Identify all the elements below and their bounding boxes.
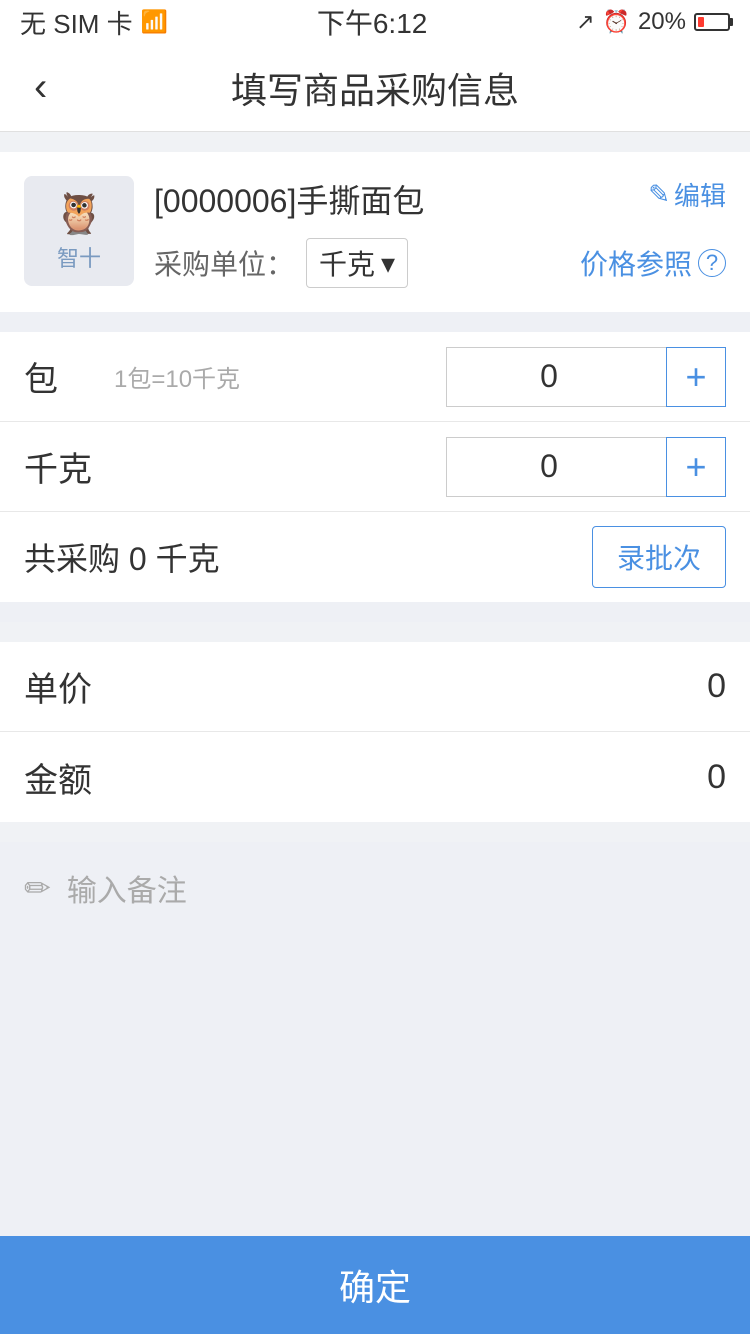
summary-row: 共采购 0 千克 录批次	[0, 512, 750, 602]
status-left: 无 SIM 卡 📶	[20, 4, 168, 41]
bottom-filler	[0, 934, 750, 1274]
pencil-icon: ✏	[24, 869, 51, 907]
unit-price-label: 单价	[24, 662, 92, 711]
battery-fill	[698, 17, 704, 27]
amount-value: 0	[707, 758, 726, 797]
carrier-label: 无 SIM 卡	[20, 4, 133, 41]
status-bar: 无 SIM 卡 📶 下午6:12 ↗ ⏰ 20%	[0, 0, 750, 44]
unit-price-row: 单价 0	[0, 642, 750, 732]
kg-plus-button[interactable]: +	[666, 437, 726, 497]
page-title: 填写商品采购信息	[231, 62, 519, 114]
confirm-button[interactable]: 确定	[0, 1236, 750, 1334]
kg-label: 千克	[24, 442, 104, 491]
product-info: [0000006]手撕面包 ✎ 编辑 采购单位： 千克 ▾ 价格参照 ?	[154, 176, 726, 288]
alarm-icon: ⏰	[603, 9, 630, 35]
back-button[interactable]: ‹	[24, 55, 57, 120]
product-logo-owl: 🦉	[54, 190, 104, 237]
amount-row: 金额 0	[0, 732, 750, 822]
amount-label: 金额	[24, 753, 92, 802]
product-top-row: [0000006]手撕面包 ✎ 编辑	[154, 176, 726, 238]
bao-sub-label: 1包=10千克	[114, 359, 240, 394]
unit-row: 采购单位： 千克 ▾	[154, 238, 408, 288]
chevron-down-icon: ▾	[381, 247, 395, 280]
product-name: [0000006]手撕面包	[154, 176, 424, 222]
edit-label: 编辑	[674, 176, 726, 213]
bao-plus-button[interactable]: +	[666, 347, 726, 407]
battery-icon	[694, 13, 730, 31]
section-divider-2	[0, 602, 750, 622]
unit-price-value: 0	[707, 667, 726, 706]
battery-percent: 20%	[638, 8, 686, 36]
note-placeholder: 输入备注	[67, 866, 187, 910]
status-right: ↗ ⏰ 20%	[576, 8, 730, 36]
section-divider-1	[0, 312, 750, 332]
bao-row: 包 1包=10千克 +	[0, 332, 750, 422]
record-batch-button[interactable]: 录批次	[592, 526, 726, 588]
kg-input[interactable]	[446, 437, 666, 497]
kg-field-wrap: +	[446, 437, 726, 497]
product-logo: 🦉 智十	[54, 190, 104, 273]
product-card: 🦉 智十 [0000006]手撕面包 ✎ 编辑 采购单位： 千克 ▾ 价格参照 …	[0, 152, 750, 312]
info-section: 单价 0 金额 0	[0, 642, 750, 822]
bao-label: 包	[24, 352, 104, 401]
note-section[interactable]: ✏ 输入备注	[0, 842, 750, 934]
unit-text-label: 采购单位：	[154, 243, 294, 283]
edit-button[interactable]: ✎ 编辑	[648, 176, 726, 213]
price-ref-label: 价格参照	[580, 243, 692, 283]
time-label: 下午6:12	[317, 2, 428, 42]
bao-field-wrap: +	[446, 347, 726, 407]
unit-select[interactable]: 千克 ▾	[306, 238, 408, 288]
edit-icon: ✎	[648, 179, 670, 210]
summary-text: 共采购 0 千克	[24, 534, 220, 580]
help-icon: ?	[698, 249, 726, 277]
wifi-icon: 📶	[141, 9, 168, 35]
product-logo-text-label: 智十	[57, 241, 101, 273]
product-meta: 采购单位： 千克 ▾ 价格参照 ?	[154, 238, 726, 288]
price-ref-button[interactable]: 价格参照 ?	[580, 243, 726, 283]
input-section: 包 1包=10千克 + 千克 + 共采购 0 千克 录批次	[0, 332, 750, 602]
nav-bar: ‹ 填写商品采购信息	[0, 44, 750, 132]
location-icon: ↗	[576, 9, 594, 35]
bao-input[interactable]	[446, 347, 666, 407]
kg-row: 千克 +	[0, 422, 750, 512]
unit-value: 千克	[319, 243, 375, 283]
product-image: 🦉 智十	[24, 176, 134, 286]
